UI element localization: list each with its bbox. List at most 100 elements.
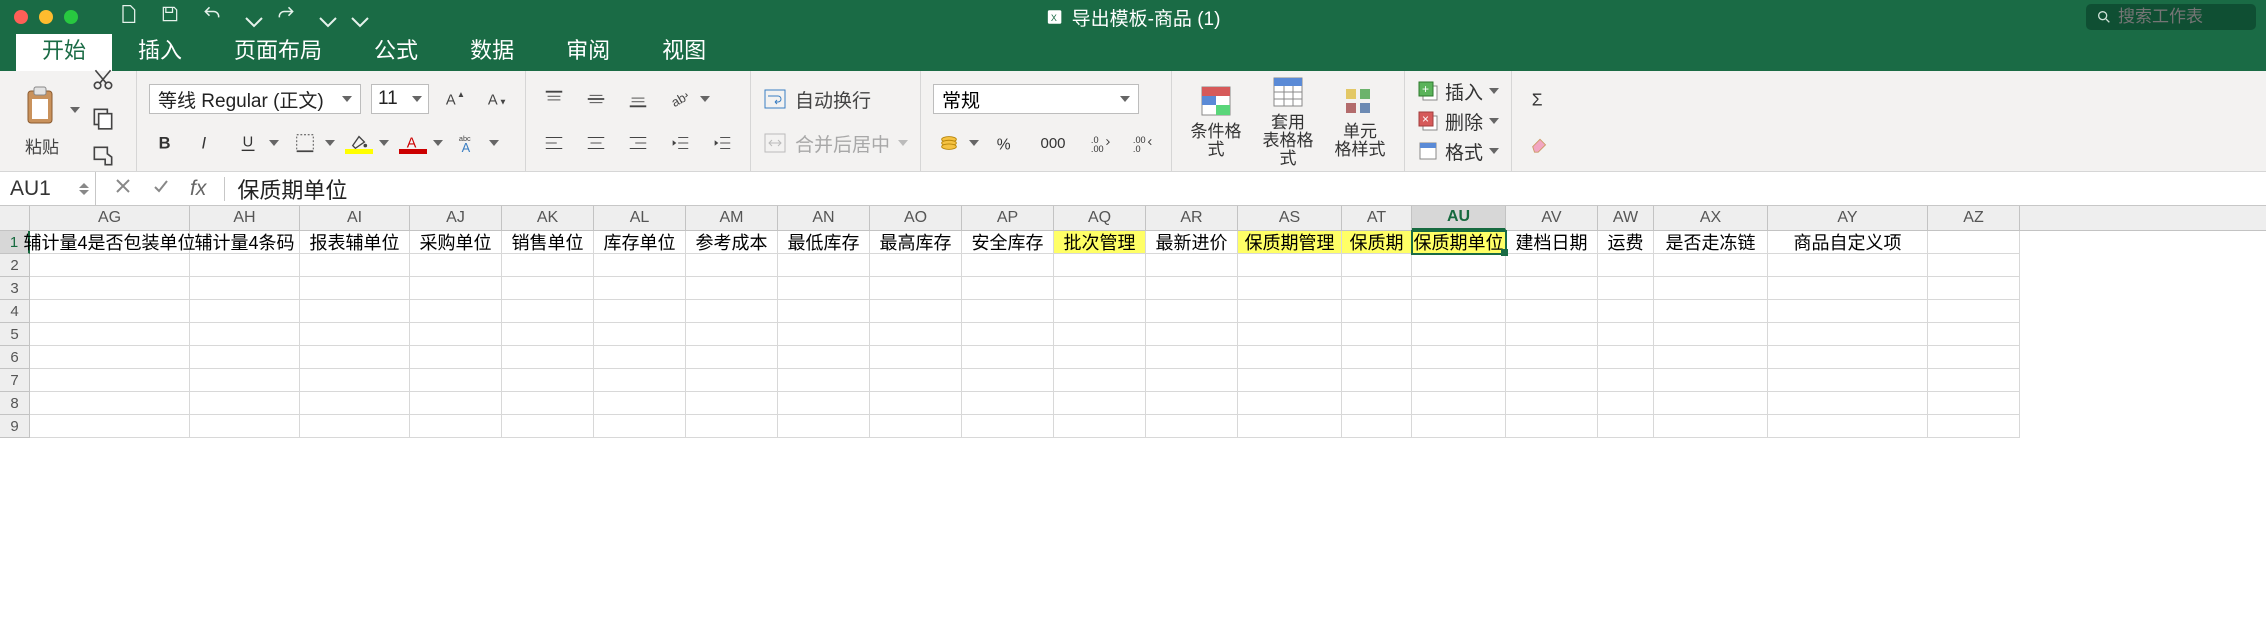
cell[interactable] [594, 369, 686, 392]
cell[interactable] [1342, 369, 1412, 392]
cell[interactable] [300, 346, 410, 369]
cell-AM1[interactable]: 参考成本 [686, 231, 778, 254]
row-header-5[interactable]: 5 [0, 323, 30, 346]
cell[interactable] [778, 300, 870, 323]
cell[interactable] [190, 415, 300, 438]
redo-dropdown-icon[interactable] [318, 12, 328, 22]
cell[interactable] [594, 392, 686, 415]
cell-AR1[interactable]: 最新进价 [1146, 231, 1238, 254]
col-header-AJ[interactable]: AJ [410, 206, 502, 230]
cell[interactable] [594, 254, 686, 277]
cell[interactable] [30, 277, 190, 300]
cell[interactable] [1054, 369, 1146, 392]
cell[interactable] [410, 392, 502, 415]
cell[interactable] [1598, 254, 1654, 277]
cell[interactable] [300, 369, 410, 392]
cell[interactable] [1342, 415, 1412, 438]
search-sheets-input[interactable] [2118, 7, 2238, 27]
cell[interactable] [962, 415, 1054, 438]
cell[interactable] [686, 392, 778, 415]
cell[interactable] [1146, 300, 1238, 323]
cell[interactable] [30, 415, 190, 438]
cell[interactable] [870, 323, 962, 346]
conditional-format-button[interactable]: 条件格式 [1184, 83, 1248, 159]
cell[interactable] [1506, 392, 1598, 415]
increase-indent-button[interactable] [706, 129, 738, 157]
increase-font-button[interactable]: A▲ [439, 85, 471, 113]
cell[interactable] [594, 346, 686, 369]
cell[interactable] [1238, 346, 1342, 369]
cell[interactable] [1598, 346, 1654, 369]
borders-button[interactable] [289, 129, 321, 157]
cell[interactable] [1238, 415, 1342, 438]
col-header-AX[interactable]: AX [1654, 206, 1768, 230]
cell[interactable] [1654, 392, 1768, 415]
cell[interactable] [1054, 392, 1146, 415]
chevron-down-icon[interactable] [269, 140, 279, 146]
qat-customize-icon[interactable] [350, 12, 360, 22]
cell[interactable] [1412, 300, 1506, 323]
cell[interactable] [1928, 254, 2020, 277]
select-all-corner[interactable] [0, 206, 30, 230]
cell[interactable] [1506, 300, 1598, 323]
cell[interactable] [190, 323, 300, 346]
chevron-down-icon[interactable] [379, 140, 389, 146]
number-format-combo[interactable]: 常规 [933, 84, 1139, 114]
cell[interactable] [1928, 346, 2020, 369]
cell[interactable] [30, 369, 190, 392]
cell[interactable] [1412, 346, 1506, 369]
cell[interactable] [1928, 277, 2020, 300]
cell[interactable] [1928, 369, 2020, 392]
row-header-3[interactable]: 3 [0, 277, 30, 300]
row-header-6[interactable]: 6 [0, 346, 30, 369]
cell[interactable] [962, 346, 1054, 369]
cell[interactable] [300, 323, 410, 346]
italic-button[interactable]: I [191, 129, 223, 157]
cell[interactable] [410, 277, 502, 300]
currency-button[interactable] [933, 129, 965, 157]
maximize-window-button[interactable] [64, 10, 78, 24]
cell[interactable] [1412, 254, 1506, 277]
row-header-7[interactable]: 7 [0, 369, 30, 392]
cell[interactable] [686, 277, 778, 300]
cell-AK1[interactable]: 销售单位 [502, 231, 594, 254]
bold-button[interactable]: B [149, 129, 181, 157]
col-header-AQ[interactable]: AQ [1054, 206, 1146, 230]
cell[interactable] [1146, 392, 1238, 415]
cell[interactable] [962, 254, 1054, 277]
cell[interactable] [190, 369, 300, 392]
insert-cells-button[interactable]: + 插入 [1417, 76, 1499, 106]
cell[interactable] [870, 415, 962, 438]
cell[interactable] [190, 392, 300, 415]
cell[interactable] [1146, 369, 1238, 392]
cell[interactable] [1506, 346, 1598, 369]
table-format-button[interactable]: 套用 表格格式 [1256, 74, 1320, 168]
cell[interactable] [1054, 323, 1146, 346]
cell[interactable] [778, 369, 870, 392]
cell[interactable] [686, 323, 778, 346]
cell[interactable] [1054, 415, 1146, 438]
minimize-window-button[interactable] [39, 10, 53, 24]
cell[interactable] [190, 346, 300, 369]
increase-decimal-button[interactable]: .0.00 [1085, 129, 1117, 157]
cell[interactable] [502, 323, 594, 346]
align-top-button[interactable] [538, 85, 570, 113]
row-header-2[interactable]: 2 [0, 254, 30, 277]
cell[interactable] [502, 277, 594, 300]
underline-button[interactable]: U [233, 129, 265, 157]
cell[interactable] [1342, 323, 1412, 346]
col-header-AS[interactable]: AS [1238, 206, 1342, 230]
orientation-button[interactable]: ab [664, 85, 696, 113]
cell[interactable] [870, 300, 962, 323]
cell[interactable] [300, 300, 410, 323]
cell[interactable] [410, 300, 502, 323]
name-box[interactable]: AU1 [0, 172, 96, 205]
cell[interactable] [1238, 300, 1342, 323]
cell[interactable] [1506, 369, 1598, 392]
cell[interactable] [594, 277, 686, 300]
cell[interactable] [30, 346, 190, 369]
col-header-AZ[interactable]: AZ [1928, 206, 2020, 230]
cell[interactable] [686, 254, 778, 277]
cell[interactable] [502, 392, 594, 415]
chevron-down-icon[interactable] [325, 140, 335, 146]
